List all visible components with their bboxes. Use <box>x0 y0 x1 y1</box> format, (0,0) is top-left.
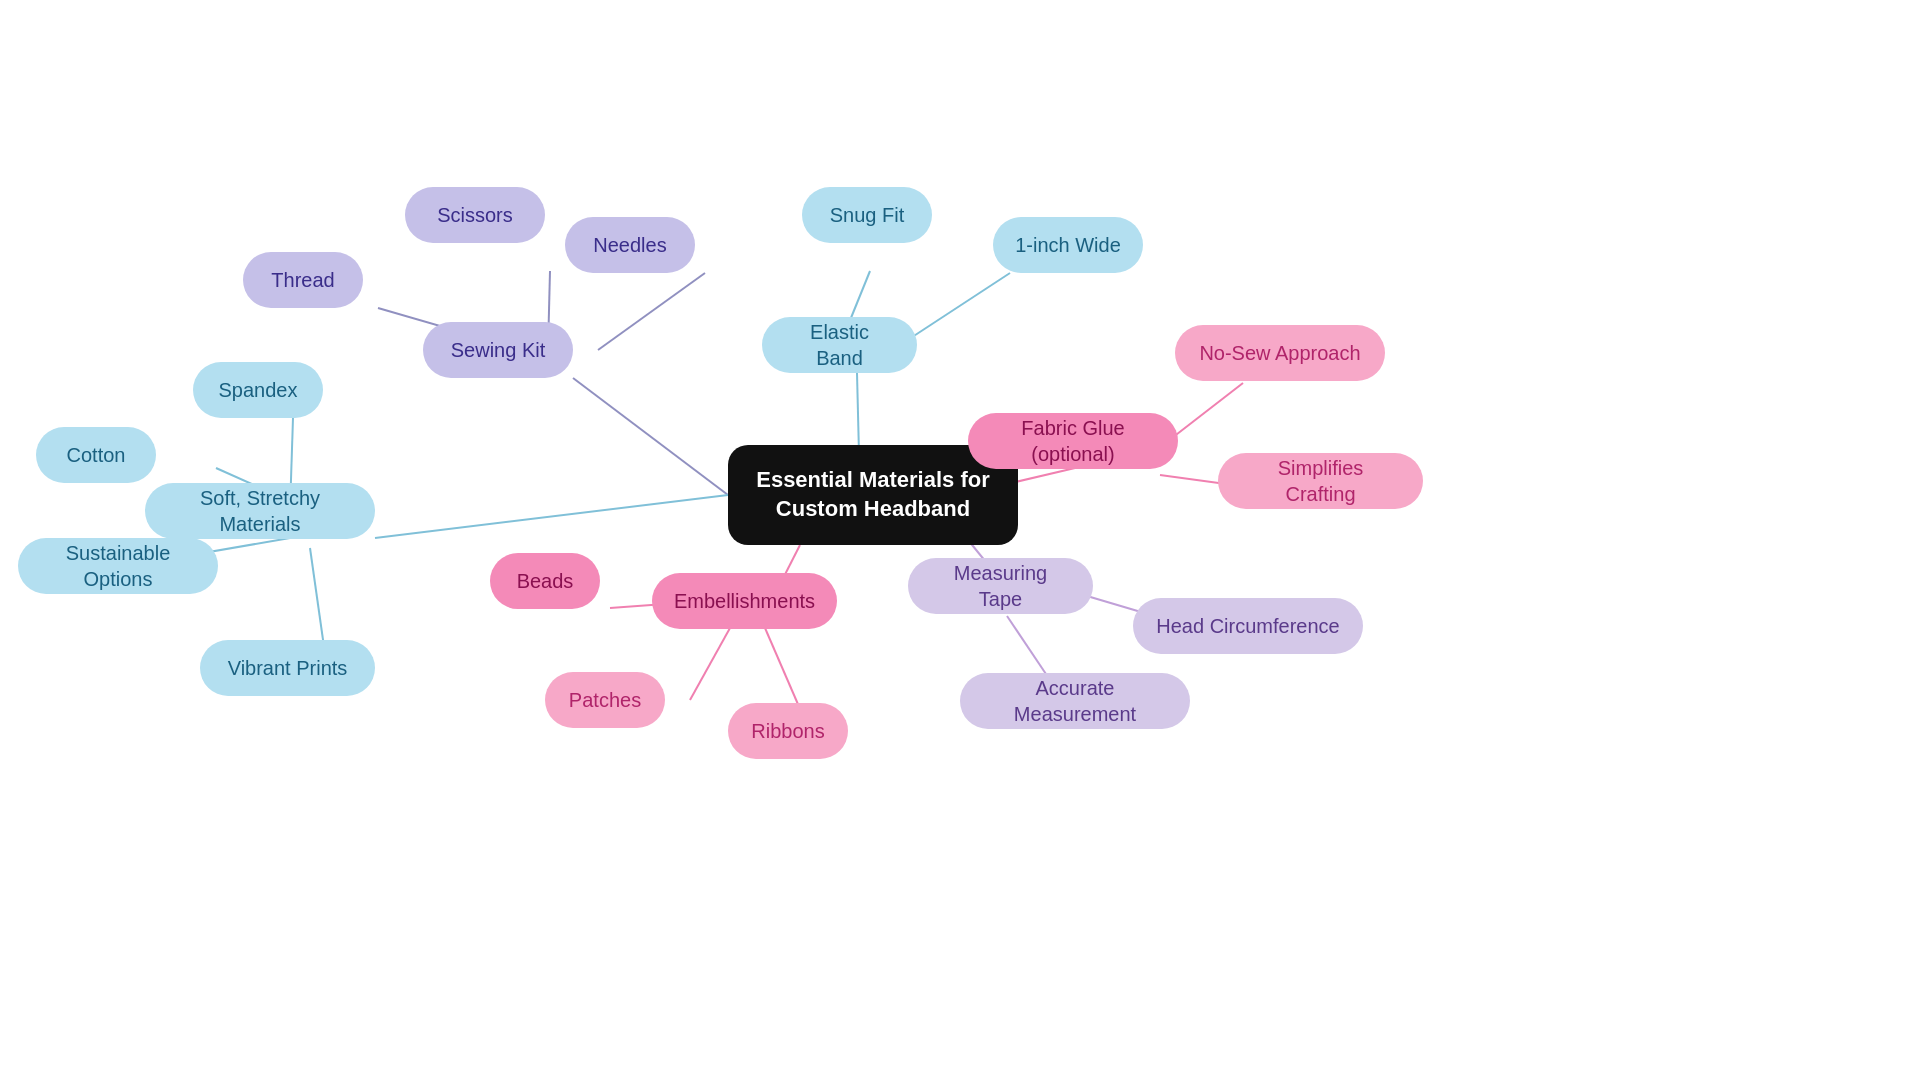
svg-line-8 <box>598 273 705 350</box>
svg-line-0 <box>573 378 728 495</box>
vibrant-node: Vibrant Prints <box>200 640 375 696</box>
svg-line-1 <box>375 495 728 538</box>
elastic-band-node: Elastic Band <box>762 317 917 373</box>
snug-fit-node: Snug Fit <box>802 187 932 243</box>
fabric-glue-node: Fabric Glue (optional) <box>968 413 1178 469</box>
sustainable-node: Sustainable Options <box>18 538 218 594</box>
sewing-kit-node: Sewing Kit <box>423 322 573 378</box>
patches-node: Patches <box>545 672 665 728</box>
cotton-node: Cotton <box>36 427 156 483</box>
svg-line-20 <box>690 628 730 700</box>
soft-stretchy-node: Soft, Stretchy Materials <box>145 483 375 539</box>
thread-node: Thread <box>243 252 363 308</box>
no-sew-node: No-Sew Approach <box>1175 325 1385 381</box>
needles-node: Needles <box>565 217 695 273</box>
head-circ-node: Head Circumference <box>1133 598 1363 654</box>
spandex-node: Spandex <box>193 362 323 418</box>
embellishments-node: Embellishments <box>652 573 837 629</box>
beads-node: Beads <box>490 553 600 609</box>
svg-line-14 <box>900 273 1010 345</box>
accurate-node: Accurate Measurement <box>960 673 1190 729</box>
svg-line-18 <box>1007 616 1050 680</box>
one-inch-node: 1-inch Wide <box>993 217 1143 273</box>
measuring-tape-node: Measuring Tape <box>908 558 1093 614</box>
ribbons-node: Ribbons <box>728 703 848 759</box>
scissors-node: Scissors <box>405 187 545 243</box>
simplifies-node: Simplifies Crafting <box>1218 453 1423 509</box>
